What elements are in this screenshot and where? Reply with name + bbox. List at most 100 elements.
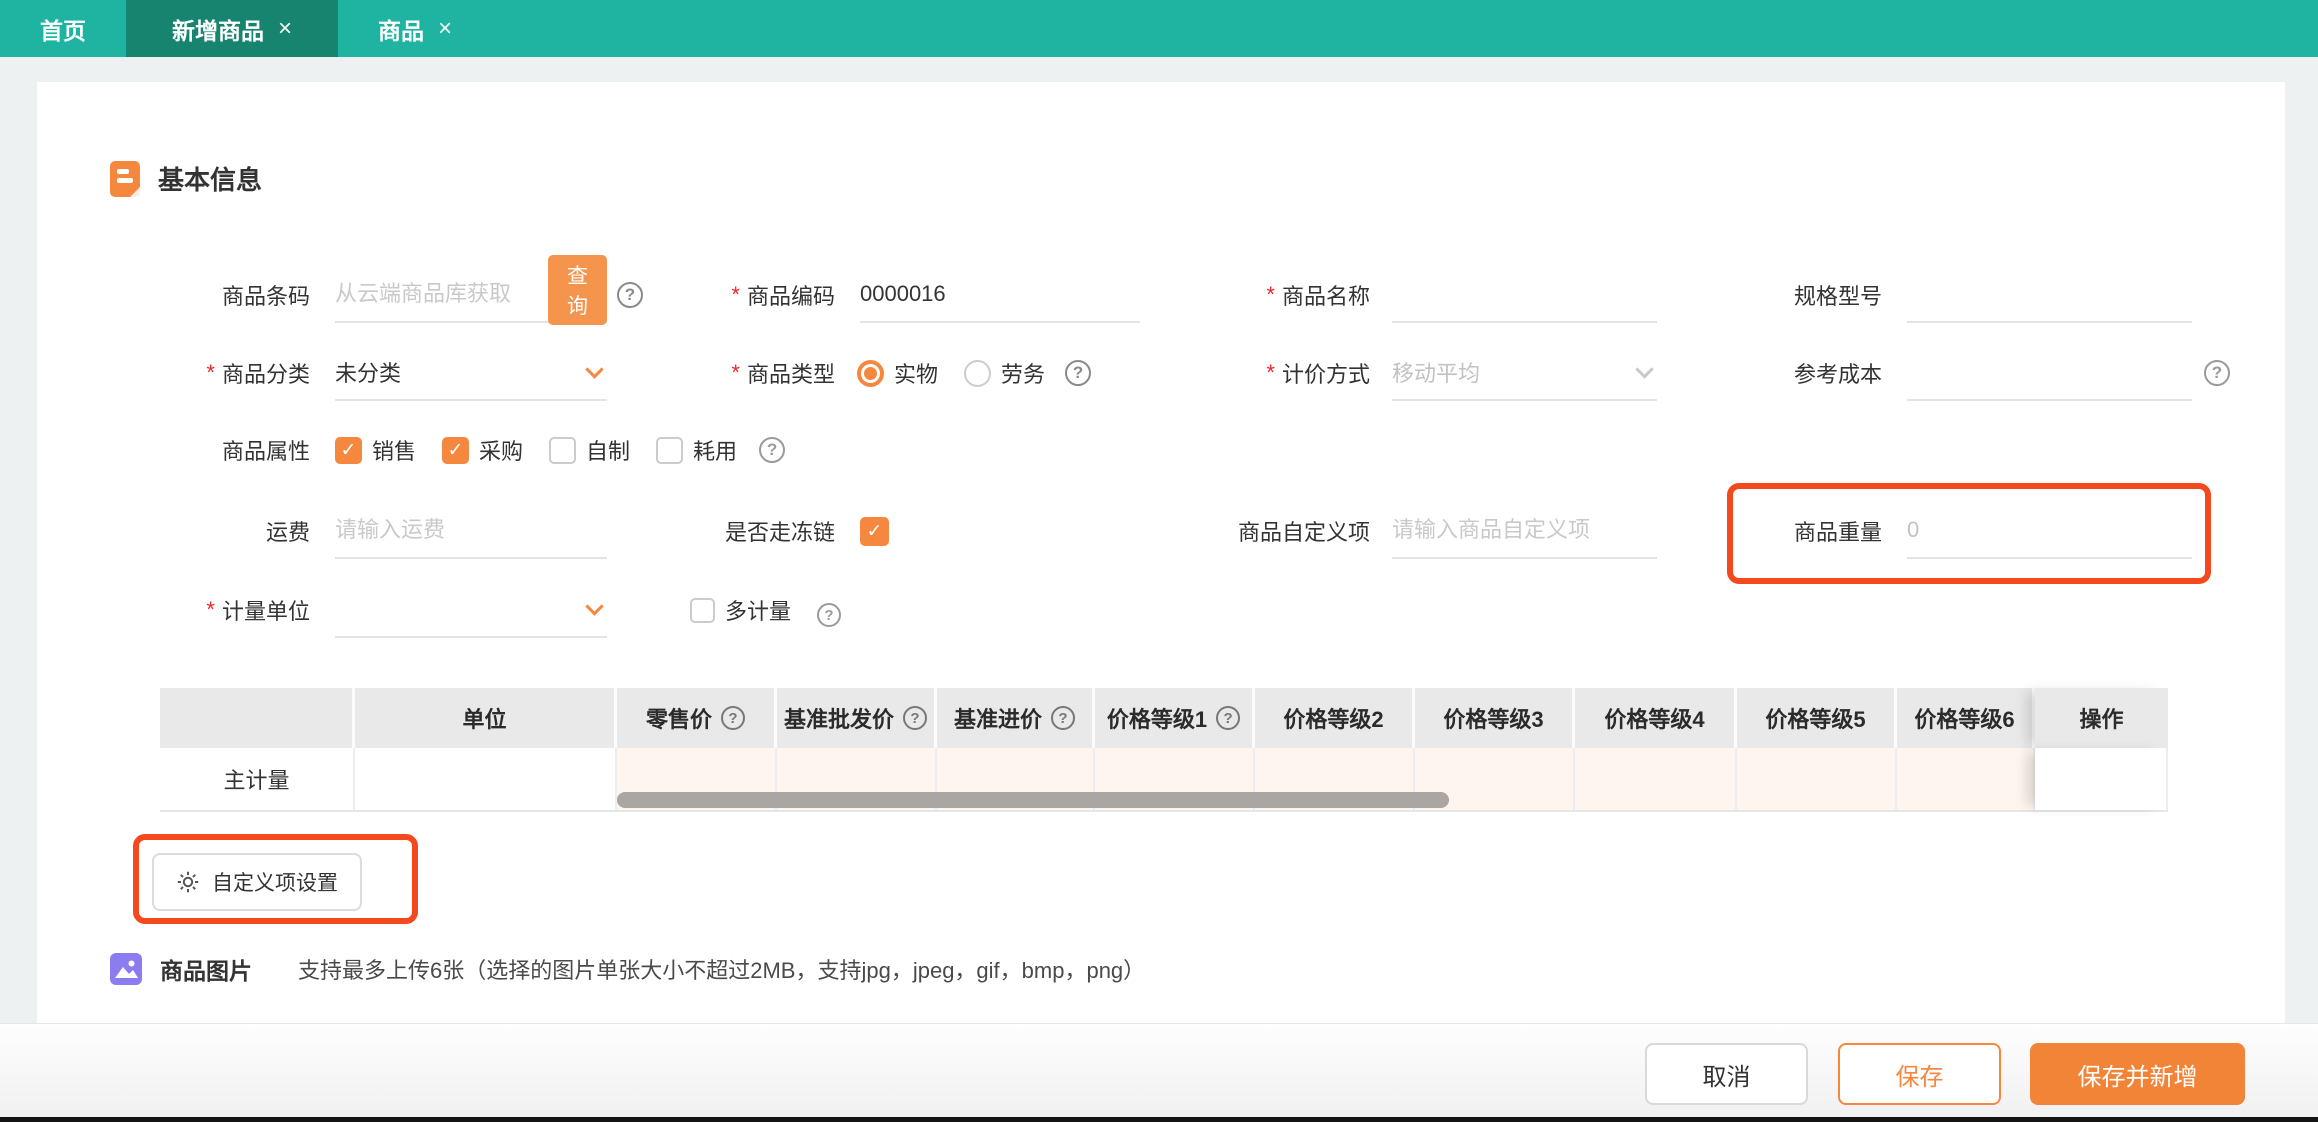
horizontal-scrollbar[interactable] [617,792,1449,808]
barcode-field: 商品条码 查询 ? [110,255,643,325]
attrs-label: 商品属性 [221,439,310,464]
tab-new-product[interactable]: 新增商品 × [126,0,339,57]
name-input-wrap [1392,267,1657,323]
spec-field: 规格型号 [1702,267,2192,323]
category-select[interactable]: 未分类 [335,345,607,401]
checkbox-unchecked-icon [656,436,684,464]
help-icon[interactable]: ? [1065,360,1092,386]
pricing-label: * 计价方式 [1266,360,1370,387]
weight-label: 商品重量 [1793,520,1882,545]
checkbox-sale[interactable]: ✓ 销售 [335,434,416,466]
help-icon[interactable]: ? [1216,706,1241,730]
weight-input-wrap [1907,503,2192,559]
barcode-input-wrap: 查询 [335,255,607,325]
table-header-row: 单位 零售价? 基准批发价? 基准进价? 价格等级1? 价格等级2 价格等级3 … [160,688,2168,748]
required-asterisk: * [206,360,215,385]
price-level-5-cell[interactable] [1737,748,1897,810]
help-icon[interactable]: ? [2204,360,2230,386]
name-label: * 商品名称 [1266,282,1370,309]
chevron-down-icon [1635,359,1654,379]
unit-cell[interactable] [355,748,617,810]
cancel-button[interactable]: 取消 [1645,1043,1808,1105]
checkbox-checked-icon: ✓ [335,436,362,464]
unit-label: * 计量单位 [206,597,310,624]
custom-item-input[interactable] [1392,517,1657,543]
help-icon[interactable]: ? [1051,706,1075,730]
checkbox-consume[interactable]: 耗用 [656,434,737,466]
custom-item-label: 商品自定义项 [1237,520,1370,545]
type-radio-group: 实物 劳务 ? [857,345,1187,401]
save-button[interactable]: 保存 [1838,1043,2001,1105]
barcode-search-button[interactable]: 查询 [548,255,607,325]
save-and-new-button[interactable]: 保存并新增 [2030,1043,2245,1105]
gear-icon [177,871,199,893]
required-asterisk: * [1266,360,1275,385]
radio-physical-label: 实物 [894,362,939,387]
product-images-hint: 支持最多上传6张（选择的图片单张大小不超过2MB，支持jpg，jpeg，gif，… [298,958,1146,983]
pricing-value: 移动平均 [1392,361,1481,386]
checkbox-self-made[interactable]: 自制 [549,434,630,466]
table-row: 主计量 [160,748,2168,812]
header-price-level-6: 价格等级6 [1897,688,2035,748]
freight-input[interactable] [335,517,607,543]
code-input-wrap [860,267,1140,323]
name-field: * 商品名称 [1195,267,1657,323]
multi-unit-checkbox-group: 多计量 ? [690,582,920,638]
spec-input[interactable] [1907,281,2192,307]
barcode-label: 商品条码 [221,284,310,309]
close-icon[interactable]: × [438,16,452,41]
custom-item-field: 商品自定义项 [1195,503,1657,559]
radio-service[interactable]: 劳务 [964,357,1045,389]
barcode-input[interactable] [335,281,549,307]
price-level-6-cell[interactable] [1897,748,2035,810]
custom-fields-settings-button[interactable]: 自定义项设置 [152,853,362,911]
price-level-4-cell[interactable] [1575,748,1737,810]
checkbox-checked-icon: ✓ [442,436,470,464]
required-asterisk: * [206,597,215,622]
radio-service-label: 劳务 [1001,362,1046,387]
pricing-select[interactable]: 移动平均 [1392,345,1657,401]
header-purchase-price: 基准进价? [937,688,1095,748]
header-price-level-5: 价格等级5 [1737,688,1897,748]
freight-label: 运费 [265,520,310,545]
close-icon[interactable]: × [278,16,292,41]
cold-chain-checkbox[interactable]: ✓ [860,503,920,559]
help-icon[interactable]: ? [817,603,842,627]
header-price-level-4: 价格等级4 [1575,688,1737,748]
name-input[interactable] [1392,281,1657,307]
help-icon[interactable]: ? [721,706,745,730]
radio-physical[interactable]: 实物 [857,357,938,389]
basic-info-section-header: 基本信息 [110,160,262,197]
help-icon[interactable]: ? [759,437,786,463]
code-label: * 商品编码 [731,282,835,309]
header-price-level-2: 价格等级2 [1255,688,1415,748]
header-actions: 操作 [2035,688,2168,748]
cold-chain-label: 是否走冻链 [724,520,835,545]
custom-fields-settings-label: 自定义项设置 [212,872,338,895]
checkbox-multi-unit[interactable]: 多计量 [690,594,791,626]
weight-input[interactable] [1907,517,2192,543]
tab-home[interactable]: 首页 [0,0,126,57]
category-value: 未分类 [335,361,402,386]
type-label: * 商品类型 [731,360,835,387]
header-price-level-1: 价格等级1? [1095,688,1255,748]
category-label: * 商品分类 [206,360,310,387]
ref-cost-input-wrap [1907,345,2192,401]
ref-cost-input[interactable] [1907,359,2192,385]
row-label-cell: 主计量 [160,748,355,810]
multi-unit-field: 多计量 ? [690,582,920,638]
spec-label: 规格型号 [1793,284,1882,309]
category-field: * 商品分类 未分类 [110,345,607,401]
unit-select[interactable] [335,582,607,638]
weight-field: 商品重量 [1702,503,2192,559]
checkbox-unchecked-icon [690,597,715,623]
header-unit: 单位 [355,688,617,748]
product-images-section: 商品图片 支持最多上传6张（选择的图片单张大小不超过2MB，支持jpg，jpeg… [110,952,1145,986]
radio-selected-icon [857,359,884,387]
tab-product-label: 商品 [378,17,425,44]
help-icon[interactable]: ? [903,706,927,730]
code-input[interactable] [860,281,1140,307]
tab-product[interactable]: 商品 × [338,0,492,57]
checkbox-purchase[interactable]: ✓ 采购 [442,434,523,466]
unit-field: * 计量单位 [110,582,607,638]
